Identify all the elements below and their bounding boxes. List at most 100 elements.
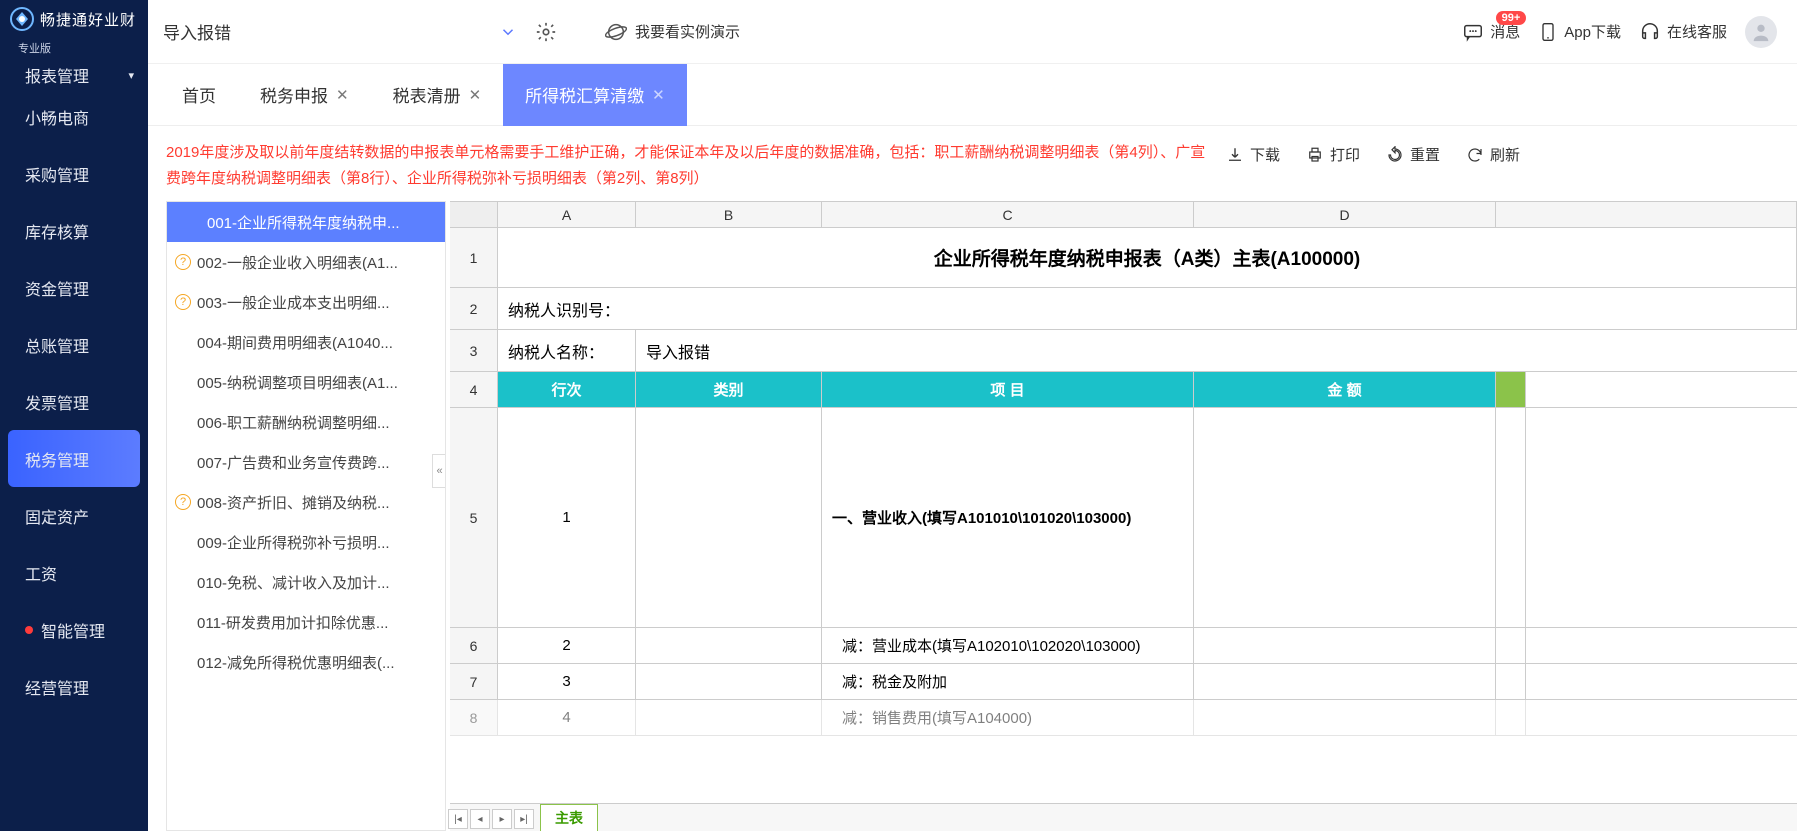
cell-amount[interactable]	[1194, 408, 1496, 627]
row-header[interactable]: 8	[450, 700, 498, 735]
tree-item-010[interactable]: 010-免税、减计收入及加计...	[167, 562, 445, 602]
print-button[interactable]: 打印	[1306, 144, 1360, 165]
nav-item-tax[interactable]: 税务管理	[8, 430, 140, 487]
row-header[interactable]: 1	[450, 228, 498, 287]
content-body: 001-企业所得税年度纳税申... ?002-一般企业收入明细表(A1... ?…	[148, 201, 1797, 831]
messages-button[interactable]: 消息 99+	[1462, 21, 1520, 43]
tree-item-008[interactable]: ?008-资产折旧、摊销及纳税...	[167, 482, 445, 522]
sheet-nav-first[interactable]: |◂	[448, 809, 468, 829]
taxpayer-name-value: 导入报错	[636, 330, 1797, 371]
tab-tax-register[interactable]: 税表清册✕	[371, 64, 504, 126]
nav-item-reports[interactable]: 报表管理▾	[0, 62, 148, 88]
col-header-rest	[1496, 202, 1797, 227]
sheet-nav: |◂ ◂ ▸ ▸|	[448, 809, 534, 829]
row-header[interactable]: 5	[450, 408, 498, 627]
cell-category[interactable]	[636, 408, 822, 627]
nav-item-inventory[interactable]: 库存核算	[0, 202, 148, 259]
close-icon[interactable]: ✕	[469, 86, 482, 104]
tab-home[interactable]: 首页	[160, 64, 238, 126]
tree-item-003[interactable]: ?003-一般企业成本支出明细...	[167, 282, 445, 322]
tree-item-001[interactable]: 001-企业所得税年度纳税申...	[167, 202, 445, 242]
header-amount: 金 额	[1194, 372, 1496, 407]
cell-category[interactable]	[636, 628, 822, 663]
tab-tax-declare[interactable]: 税务申报✕	[238, 64, 371, 126]
taxpayer-name-label: 纳税人名称：	[498, 330, 636, 371]
col-header-A[interactable]: A	[498, 202, 636, 227]
sheet-nav-next[interactable]: ▸	[492, 809, 512, 829]
headset-icon	[1639, 21, 1661, 43]
cell-item[interactable]: 减：营业成本(填写A102010\102020\103000)	[822, 628, 1194, 663]
nav-item-smart[interactable]: 智能管理	[0, 601, 148, 658]
reset-button[interactable]: 重置	[1386, 144, 1440, 165]
page-title: 导入报错	[163, 19, 231, 44]
nav-item-salary[interactable]: 工资	[0, 544, 148, 601]
tree-item-004[interactable]: 004-期间费用明细表(A1040...	[167, 322, 445, 362]
row-header[interactable]: 3	[450, 330, 498, 371]
form-tree: 001-企业所得税年度纳税申... ?002-一般企业收入明细表(A1... ?…	[166, 201, 446, 831]
cell-category[interactable]	[636, 664, 822, 699]
messages-badge: 99+	[1496, 11, 1527, 25]
header: 导入报错 我要看实例演示 消息 99+ App下载 在线客服	[148, 0, 1797, 64]
close-icon[interactable]: ✕	[336, 86, 349, 104]
nav-item-funds[interactable]: 资金管理	[0, 259, 148, 316]
tree-item-009[interactable]: 009-企业所得税弥补亏损明...	[167, 522, 445, 562]
cell-amount[interactable]	[1194, 628, 1496, 663]
cell-item[interactable]: 减：税金及附加	[822, 664, 1194, 699]
grid[interactable]: 1企业所得税年度纳税申报表（A类）主表(A100000) 2纳税人识别号： 3纳…	[450, 228, 1797, 803]
row-header[interactable]: 2	[450, 288, 498, 329]
tree-item-007[interactable]: 007-广告费和业务宣传费跨...	[167, 442, 445, 482]
sheet-tab-main[interactable]: 主表	[540, 804, 598, 831]
download-icon	[1226, 146, 1244, 164]
nav: 报表管理▾ 小畅电商 采购管理 库存核算 资金管理 总账管理 发票管理 税务管理…	[0, 62, 148, 831]
col-header-B[interactable]: B	[636, 202, 822, 227]
tree-item-006[interactable]: 006-职工薪酬纳税调整明细...	[167, 402, 445, 442]
nav-item-invoice[interactable]: 发票管理	[0, 373, 148, 430]
sheet-nav-last[interactable]: ▸|	[514, 809, 534, 829]
reset-icon	[1386, 146, 1404, 164]
download-button[interactable]: 下载	[1226, 144, 1280, 165]
brand: 畅捷通好业财	[0, 0, 148, 38]
demo-link[interactable]: 我要看实例演示	[605, 21, 740, 43]
nav-item-assets[interactable]: 固定资产	[0, 487, 148, 544]
nav-item-ledger[interactable]: 总账管理	[0, 316, 148, 373]
settings-button[interactable]	[535, 21, 557, 43]
nav-item-purchase[interactable]: 采购管理	[0, 145, 148, 202]
row-header[interactable]: 7	[450, 664, 498, 699]
avatar[interactable]	[1745, 16, 1777, 48]
taxpayer-id-label: 纳税人识别号：	[498, 288, 1797, 329]
cell-amount[interactable]	[1194, 664, 1496, 699]
nav-item-biz[interactable]: 经营管理	[0, 658, 148, 715]
cell-line[interactable]: 3	[498, 664, 636, 699]
collapse-tree-button[interactable]: «	[432, 454, 446, 488]
tree-item-005[interactable]: 005-纳税调整项目明细表(A1...	[167, 362, 445, 402]
col-header-D[interactable]: D	[1194, 202, 1496, 227]
print-icon	[1306, 146, 1324, 164]
title-dropdown[interactable]	[499, 23, 517, 41]
help-icon: ?	[175, 254, 191, 270]
app-download-button[interactable]: App下载	[1538, 21, 1621, 43]
tree-item-012[interactable]: 012-减免所得税优惠明细表(...	[167, 642, 445, 682]
sheet-nav-prev[interactable]: ◂	[470, 809, 490, 829]
close-icon[interactable]: ✕	[652, 86, 665, 104]
row-header[interactable]: 6	[450, 628, 498, 663]
cell-item[interactable]: 一、营业收入(填写A101010\101020\103000)	[822, 408, 1194, 627]
support-button[interactable]: 在线客服	[1639, 21, 1727, 43]
user-icon	[1750, 21, 1772, 43]
cell-item[interactable]: 减：销售费用(填写A104000)	[822, 700, 1194, 735]
tree-item-011[interactable]: 011-研发费用加计扣除优惠...	[167, 602, 445, 642]
tree-item-002[interactable]: ?002-一般企业收入明细表(A1...	[167, 242, 445, 282]
select-all-corner[interactable]	[450, 202, 498, 227]
cell-category[interactable]	[636, 700, 822, 735]
col-header-C[interactable]: C	[822, 202, 1194, 227]
cell-line[interactable]: 1	[498, 408, 636, 627]
toolbar: 2019年度涉及取以前年度结转数据的申报表单元格需要手工维护正确，才能保证本年及…	[148, 126, 1797, 201]
cell-amount[interactable]	[1194, 700, 1496, 735]
cell-line[interactable]: 4	[498, 700, 636, 735]
row-header[interactable]: 4	[450, 372, 498, 407]
nav-item-ecommerce[interactable]: 小畅电商	[0, 88, 148, 145]
phone-icon	[1538, 21, 1558, 43]
refresh-button[interactable]: 刷新	[1466, 144, 1520, 165]
tab-income-tax[interactable]: 所得税汇算清缴✕	[503, 64, 687, 126]
cell-line[interactable]: 2	[498, 628, 636, 663]
warning-notice: 2019年度涉及取以前年度结转数据的申报表单元格需要手工维护正确，才能保证本年及…	[166, 140, 1206, 191]
